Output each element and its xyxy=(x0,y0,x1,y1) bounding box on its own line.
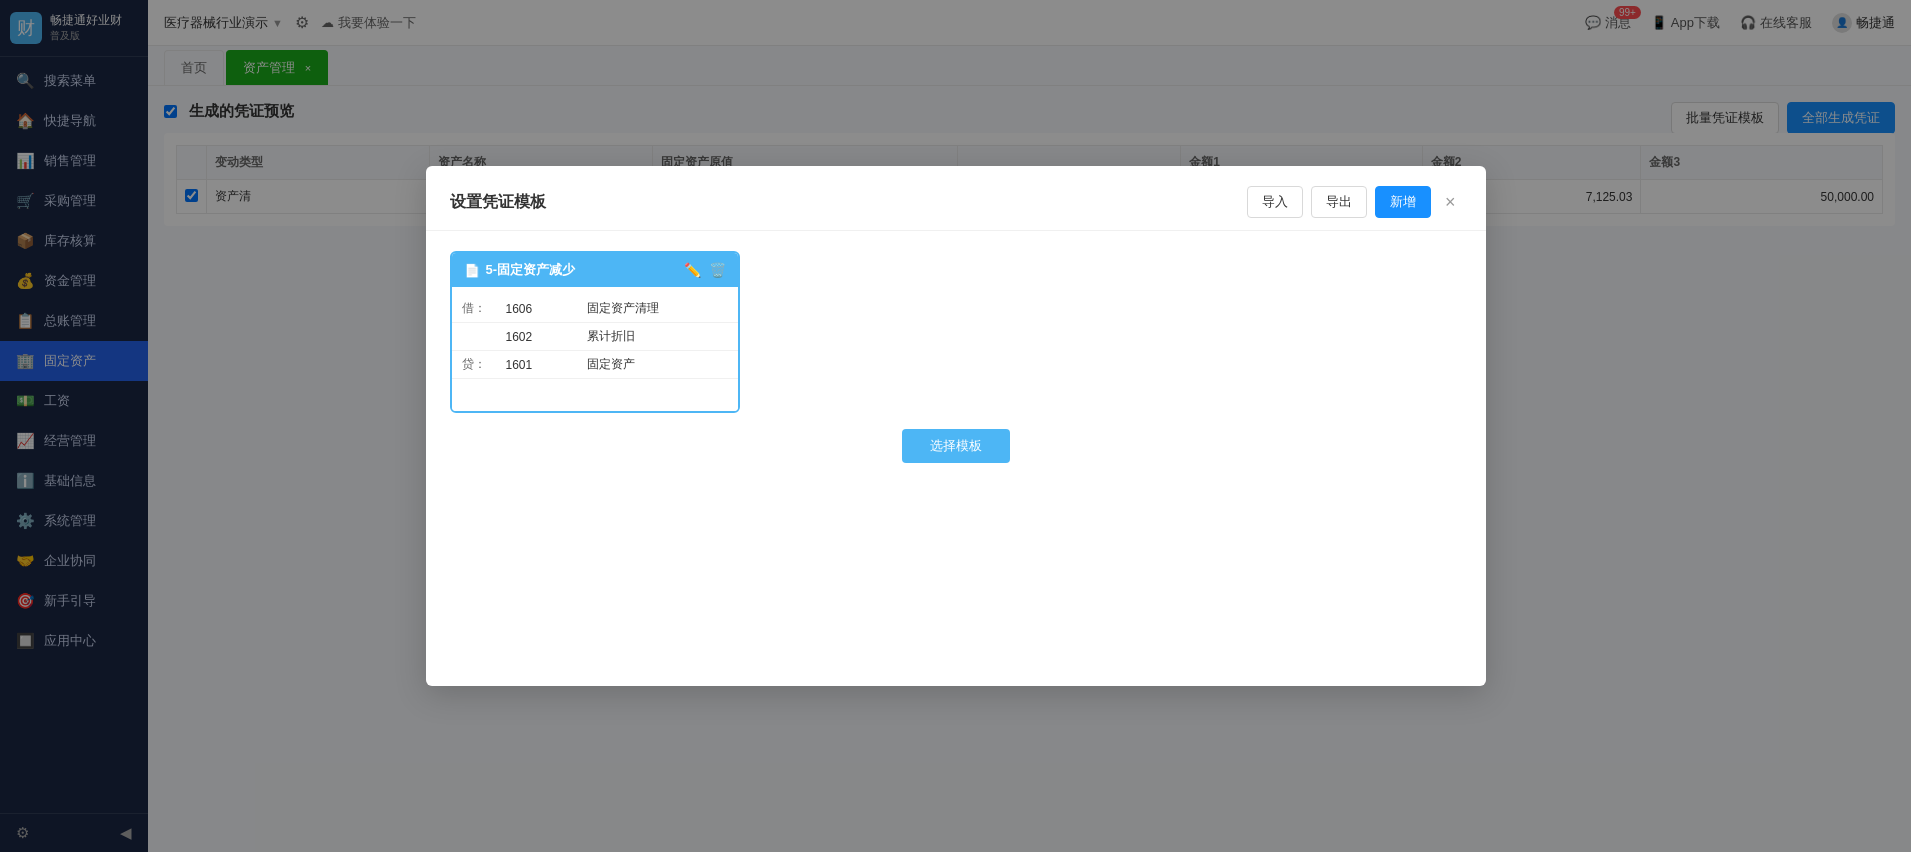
dialog-header: 设置凭证模板 导入 导出 新增 × xyxy=(426,166,1486,231)
dialog-close-button[interactable]: × xyxy=(1439,190,1462,215)
new-template-button[interactable]: 新增 xyxy=(1375,186,1431,218)
entry-side-0: 借： xyxy=(452,295,496,323)
export-button[interactable]: 导出 xyxy=(1311,186,1367,218)
template-entry-empty-row xyxy=(452,379,738,404)
template-edit-icon[interactable]: ✏️ xyxy=(684,262,701,278)
dialog-title: 设置凭证模板 xyxy=(450,192,546,213)
template-entries-table: 借： 1606 固定资产清理 1602 累计折旧 贷： 1601 固定 xyxy=(452,295,738,403)
dialog-toolbar: 导入 导出 新增 xyxy=(1247,186,1431,218)
template-entry-row: 1602 累计折旧 xyxy=(452,323,738,351)
select-template-button[interactable]: 选择模板 xyxy=(902,429,1010,463)
template-card-body: 借： 1606 固定资产清理 1602 累计折旧 贷： 1601 固定 xyxy=(452,287,738,411)
template-card-actions: ✏️ 🗑️ xyxy=(684,262,726,278)
entry-account-0: 固定资产清理 xyxy=(577,295,738,323)
entry-side-1 xyxy=(452,323,496,351)
select-template-section: 选择模板 xyxy=(450,429,1462,463)
template-entry-row: 借： 1606 固定资产清理 xyxy=(452,295,738,323)
template-title: 📄 5-固定资产减少 xyxy=(464,261,576,279)
entry-code-0: 1606 xyxy=(496,295,577,323)
entry-account-1: 累计折旧 xyxy=(577,323,738,351)
template-delete-icon[interactable]: 🗑️ xyxy=(709,262,726,278)
entry-code-2: 1601 xyxy=(496,351,577,379)
template-entry-row: 贷： 1601 固定资产 xyxy=(452,351,738,379)
template-card-header: 📄 5-固定资产减少 ✏️ 🗑️ xyxy=(452,253,738,287)
template-card: 📄 5-固定资产减少 ✏️ 🗑️ 借： 1606 固定资产清理 xyxy=(450,251,740,413)
dialog-body: 📄 5-固定资产减少 ✏️ 🗑️ 借： 1606 固定资产清理 xyxy=(426,231,1486,686)
entry-code-1: 1602 xyxy=(496,323,577,351)
import-button[interactable]: 导入 xyxy=(1247,186,1303,218)
dialog-set-voucher-template: 设置凭证模板 导入 导出 新增 × 📄 5-固定资产减少 ✏️ 🗑️ xyxy=(426,166,1486,686)
entry-side-2: 贷： xyxy=(452,351,496,379)
template-doc-icon: 📄 xyxy=(464,263,480,278)
entry-account-2: 固定资产 xyxy=(577,351,738,379)
